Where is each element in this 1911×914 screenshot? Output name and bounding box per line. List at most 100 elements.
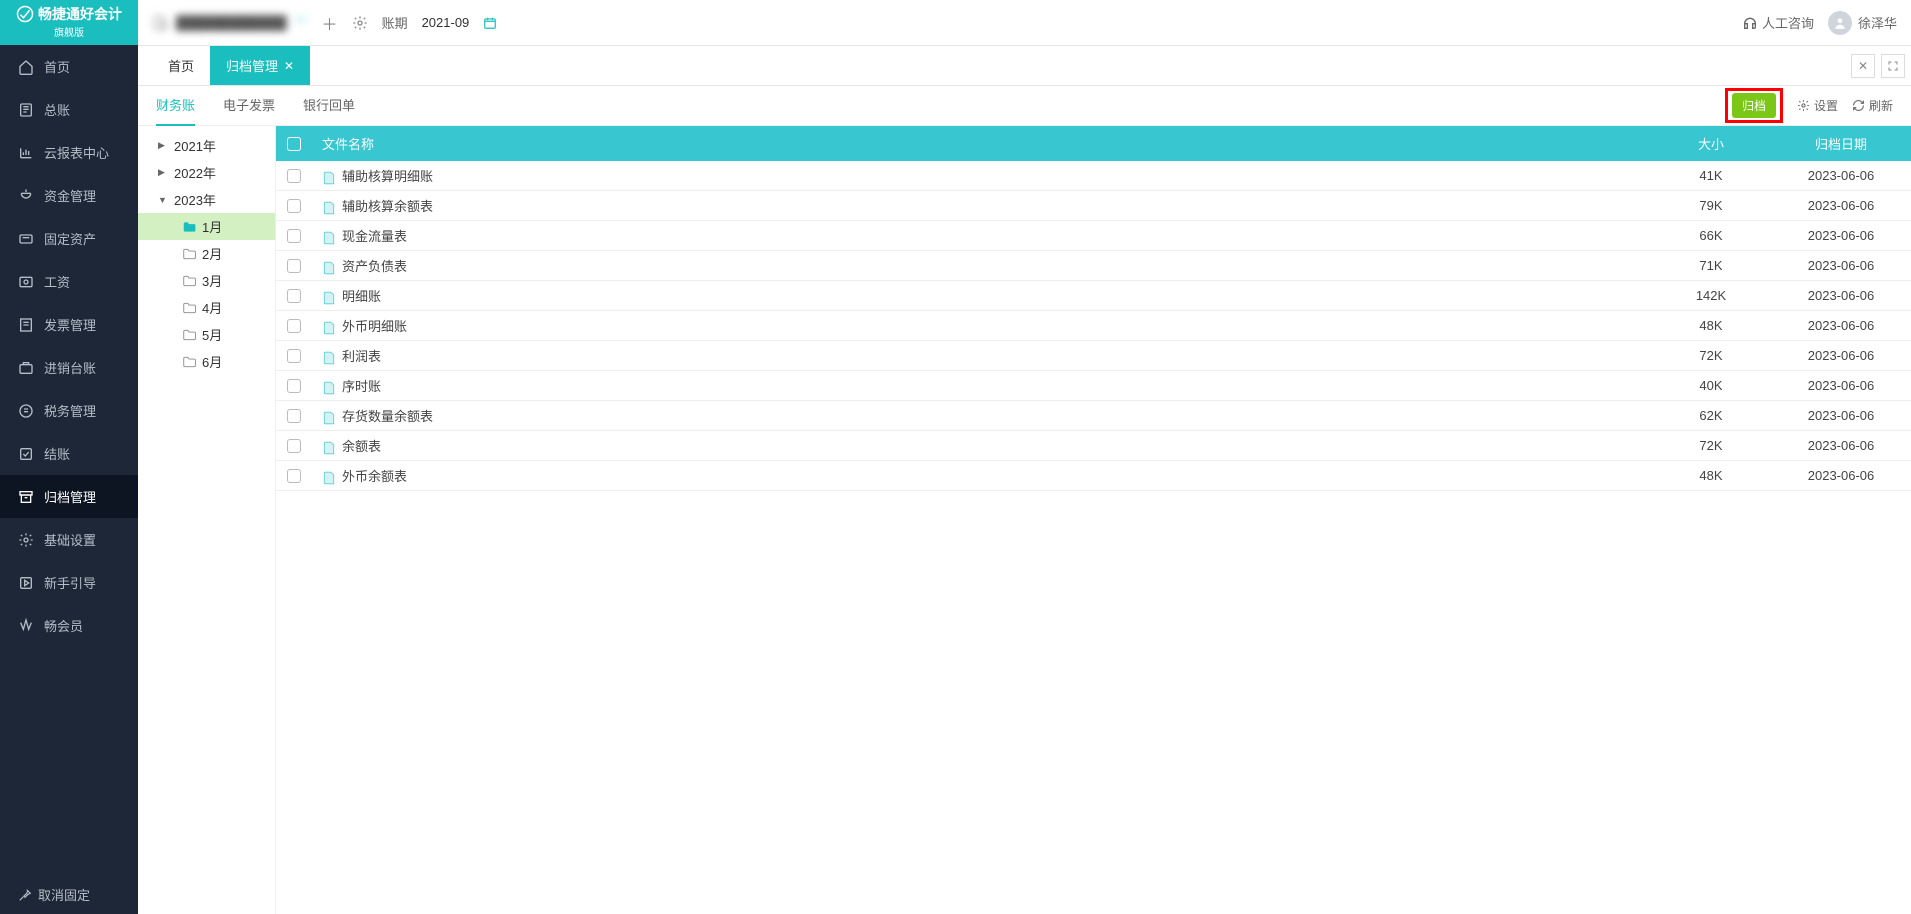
highlight-annotation: 归档 [1725, 88, 1783, 123]
nav-label: 总账 [44, 100, 70, 119]
nav-label: 固定资产 [44, 229, 96, 248]
add-icon[interactable]: ＋ [322, 11, 338, 35]
nav-ledger[interactable]: 总账 [0, 88, 138, 131]
tree-year-2023[interactable]: ▼2023年 [138, 186, 275, 213]
file-icon [322, 351, 336, 365]
table-row[interactable]: 资产负债表71K2023-06-06 [276, 251, 1911, 281]
consult-label: 人工咨询 [1762, 13, 1814, 32]
subtab-label: 银行回单 [303, 98, 355, 113]
nav-invoice[interactable]: 发票管理 [0, 303, 138, 346]
settings-link[interactable]: 设置 [1797, 97, 1838, 114]
tab-home[interactable]: 首页 [152, 46, 210, 85]
table-row[interactable]: 辅助核算余额表79K2023-06-06 [276, 191, 1911, 221]
nav-home[interactable]: 首页 [0, 45, 138, 88]
row-checkbox[interactable] [287, 259, 301, 273]
row-checkbox[interactable] [287, 409, 301, 423]
row-checkbox[interactable] [287, 289, 301, 303]
nav-close-account[interactable]: 结账 [0, 432, 138, 475]
tree-month-5[interactable]: 5月 [138, 321, 275, 348]
file-icon [322, 411, 336, 425]
tab-archive[interactable]: 归档管理 ✕ [210, 46, 310, 85]
nav-funds[interactable]: 资金管理 [0, 174, 138, 217]
nav-label: 新手引导 [44, 573, 96, 592]
row-checkbox[interactable] [287, 469, 301, 483]
nav-salary[interactable]: 工资 [0, 260, 138, 303]
col-size: 大小 [1651, 126, 1771, 161]
page-tabs: 首页 归档管理 ✕ ✕ [138, 46, 1911, 86]
folder-icon [182, 247, 196, 261]
file-date: 2023-06-06 [1771, 191, 1911, 221]
avatar-icon [1828, 11, 1852, 35]
close-tab-button[interactable]: ✕ [1851, 54, 1875, 78]
refresh-link[interactable]: 刷新 [1852, 97, 1893, 114]
table-row[interactable]: 序时账40K2023-06-06 [276, 371, 1911, 401]
tree-year-2022[interactable]: ▶2022年 [138, 159, 275, 186]
tree-year-2021[interactable]: ▶2021年 [138, 132, 275, 159]
calendar-icon[interactable] [483, 16, 497, 30]
year-label: 2023年 [174, 190, 216, 209]
file-size: 142K [1651, 281, 1771, 311]
unpin-sidebar[interactable]: 取消固定 [0, 875, 138, 914]
subbar-actions: 归档 设置 刷新 [1725, 88, 1893, 123]
nav-vip[interactable]: 畅会员 [0, 604, 138, 647]
table-row[interactable]: 存货数量余额表62K2023-06-06 [276, 401, 1911, 431]
row-checkbox[interactable] [287, 199, 301, 213]
table-row[interactable]: 外币明细账48K2023-06-06 [276, 311, 1911, 341]
ledger-icon [18, 102, 34, 118]
consult-link[interactable]: 人工咨询 [1742, 13, 1814, 32]
row-checkbox[interactable] [287, 169, 301, 183]
row-checkbox[interactable] [287, 349, 301, 363]
gear-icon [18, 532, 34, 548]
archive-icon [18, 489, 34, 505]
nav-basic-settings[interactable]: 基础设置 [0, 518, 138, 561]
subtab-finance[interactable]: 财务账 [156, 85, 195, 126]
subtab-einvoice[interactable]: 电子发票 [223, 85, 275, 126]
nav-label: 云报表中心 [44, 143, 109, 162]
tax-icon [18, 403, 34, 419]
company-selector[interactable]: ████████████ ﹀ [152, 13, 308, 32]
table-row[interactable]: 现金流量表66K2023-06-06 [276, 221, 1911, 251]
file-icon [322, 261, 336, 275]
chevron-down-icon: ﹀ [295, 13, 308, 32]
tree-month-2[interactable]: 2月 [138, 240, 275, 267]
subtab-bank[interactable]: 银行回单 [303, 85, 355, 126]
file-name: 利润表 [342, 349, 381, 364]
user-menu[interactable]: 徐泽华 [1828, 11, 1897, 35]
table-row[interactable]: 余额表72K2023-06-06 [276, 431, 1911, 461]
row-checkbox[interactable] [287, 379, 301, 393]
table-row[interactable]: 利润表72K2023-06-06 [276, 341, 1911, 371]
file-date: 2023-06-06 [1771, 461, 1911, 491]
company-icon [152, 15, 168, 31]
file-size: 48K [1651, 461, 1771, 491]
tree-month-1[interactable]: 1月 [138, 213, 275, 240]
fullscreen-button[interactable] [1881, 54, 1905, 78]
table-row[interactable]: 外币余额表48K2023-06-06 [276, 461, 1911, 491]
tree-month-3[interactable]: 3月 [138, 267, 275, 294]
subtab-label: 财务账 [156, 98, 195, 113]
nav-tax[interactable]: 税务管理 [0, 389, 138, 432]
row-checkbox[interactable] [287, 439, 301, 453]
row-checkbox[interactable] [287, 229, 301, 243]
gear-icon[interactable] [352, 15, 368, 31]
nav: 首页 总账 云报表中心 资金管理 固定资产 工资 发票管理 进销台账 税务管理 … [0, 45, 138, 875]
row-checkbox[interactable] [287, 319, 301, 333]
period-value[interactable]: 2021-09 [422, 15, 470, 30]
file-date: 2023-06-06 [1771, 311, 1911, 341]
tree-month-4[interactable]: 4月 [138, 294, 275, 321]
tree-month-6[interactable]: 6月 [138, 348, 275, 375]
table-row[interactable]: 辅助核算明细账41K2023-06-06 [276, 161, 1911, 191]
select-all-checkbox[interactable] [287, 137, 301, 151]
close-icon[interactable]: ✕ [284, 59, 294, 73]
nav-reports[interactable]: 云报表中心 [0, 131, 138, 174]
file-size: 72K [1651, 341, 1771, 371]
nav-assets[interactable]: 固定资产 [0, 217, 138, 260]
nav-archive[interactable]: 归档管理 [0, 475, 138, 518]
nav-guide[interactable]: 新手引导 [0, 561, 138, 604]
archive-button[interactable]: 归档 [1732, 93, 1776, 118]
nav-purchase-sales[interactable]: 进销台账 [0, 346, 138, 389]
month-label: 1月 [202, 217, 222, 236]
col-date: 归档日期 [1771, 126, 1911, 161]
topbar-right: 人工咨询 徐泽华 [1742, 11, 1897, 35]
table-row[interactable]: 明细账142K2023-06-06 [276, 281, 1911, 311]
file-name: 资产负债表 [342, 259, 407, 274]
